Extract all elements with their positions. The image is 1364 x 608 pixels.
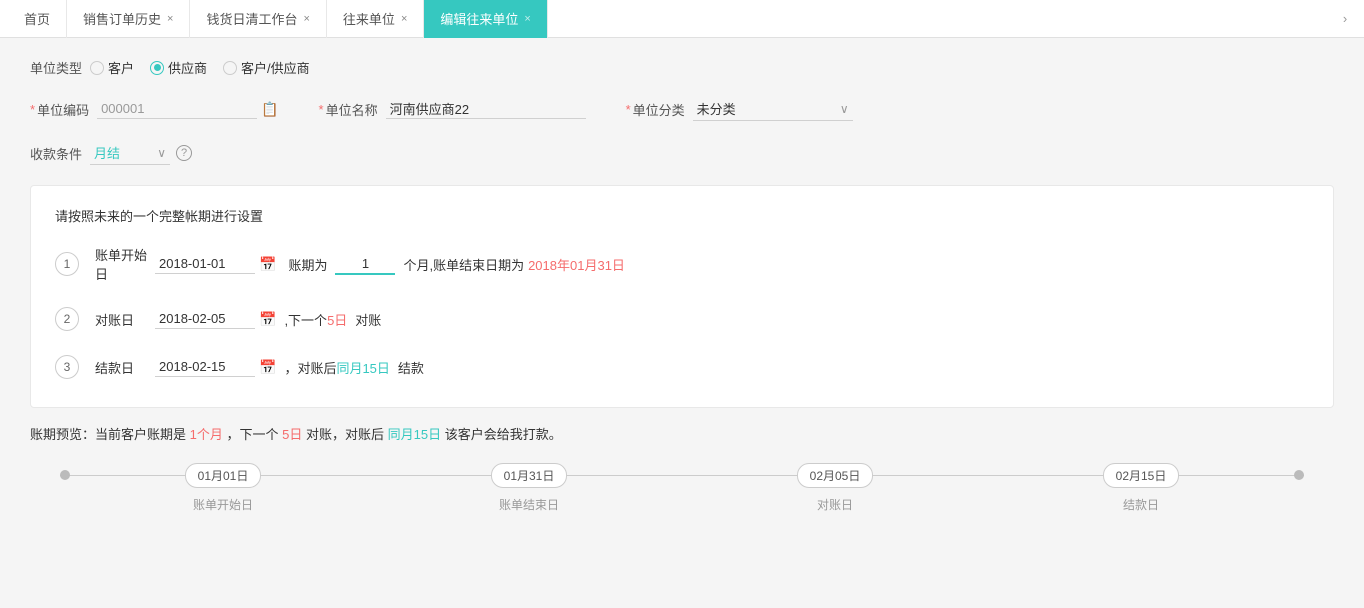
timeline-node-2: 01月31日 账单结束日 — [376, 463, 682, 513]
payment-terms-label: 收款条件 — [30, 144, 82, 163]
preview-part5: 同月15日 — [388, 427, 441, 442]
timeline-label-2: 账单结束日 — [499, 496, 559, 513]
start-date-input[interactable] — [155, 254, 255, 274]
tab-edit-partner[interactable]: 编辑往来单位 × — [424, 0, 547, 38]
unit-name-label: 单位名称 — [326, 100, 378, 119]
tabs-bar: 首页 销售订单历史 × 钱货日清工作台 × 往来单位 × 编辑往来单位 × › — [0, 0, 1364, 38]
tab-partner-units[interactable]: 往来单位 × — [327, 0, 424, 38]
timeline-label-4: 结款日 — [1123, 496, 1159, 513]
timeline: 01月01日 账单开始日 01月31日 账单结束日 02月05日 对账日 — [30, 463, 1334, 513]
tab-sales-order-history[interactable]: 销售订单历史 × — [67, 0, 190, 38]
payment-terms-row: 收款条件 月结 ∨ ? — [30, 141, 1334, 165]
unit-category-dropdown[interactable]: 未分类 ∨ — [693, 97, 853, 121]
unit-name-input[interactable] — [386, 99, 586, 119]
unit-type-radio-group: 客户 供应商 客户/供应商 — [90, 58, 310, 77]
preview-part3: 5日 — [282, 427, 302, 442]
timeline-badge-2: 01月31日 — [491, 463, 568, 488]
row-num-2: 2 — [55, 307, 79, 331]
unit-code-label: 单位编码 — [37, 100, 89, 119]
payment-date-input[interactable] — [155, 357, 255, 377]
radio-circle-supplier — [150, 61, 164, 75]
payment-terms-dropdown-arrow[interactable]: ∨ — [153, 146, 170, 160]
payment-date-calendar-icon[interactable]: 📅 — [259, 359, 276, 376]
row1-end-date: 2018年01月31日 — [528, 255, 625, 274]
row3-desc-2: 结款 — [398, 358, 424, 377]
settlement-card: 请按照未来的一个完整帐期进行设置 1 账单开始日 📅 账期为 个月,账单结束日期… — [30, 185, 1334, 408]
radio-customer[interactable]: 客户 — [90, 58, 134, 77]
timeline-label-1: 账单开始日 — [193, 496, 253, 513]
close-tab-partner[interactable]: × — [401, 13, 407, 25]
copy-icon[interactable]: 📋 — [261, 101, 278, 118]
tab-cash-work-desk[interactable]: 钱货日清工作台 × — [190, 0, 326, 38]
page-content: 单位类型 客户 供应商 客户/供应商 * 单位编码 📋 * — [0, 38, 1364, 608]
timeline-badge-4: 02月15日 — [1103, 463, 1180, 488]
unit-code-input[interactable] — [97, 99, 257, 119]
row2-highlight: 5日 — [327, 310, 347, 329]
unit-category-dropdown-arrow[interactable]: ∨ — [836, 102, 853, 116]
timeline-start-dot — [60, 470, 70, 480]
timeline-node-4: 02月15日 结款日 — [988, 463, 1294, 513]
preview-part1: 1个月 — [190, 427, 223, 442]
reconcile-date-calendar-icon[interactable]: 📅 — [259, 311, 276, 328]
payment-terms-help-icon[interactable]: ? — [176, 145, 192, 161]
timeline-label-3: 对账日 — [817, 496, 853, 513]
settlement-row-1: 1 账单开始日 📅 账期为 个月,账单结束日期为 2018年01月31日 — [55, 245, 1309, 283]
close-tab-cash[interactable]: × — [303, 13, 309, 25]
row2-desc-2: 对账 — [355, 310, 381, 329]
row-num-1: 1 — [55, 252, 79, 276]
tabs-expand-button[interactable]: › — [1334, 0, 1356, 38]
reconcile-date-input[interactable] — [155, 309, 255, 329]
unit-type-label: 单位类型 — [30, 58, 82, 77]
unit-code-required: * — [30, 102, 35, 117]
period-input[interactable] — [335, 254, 395, 275]
row-label-1: 账单开始日 — [95, 245, 155, 283]
timeline-node-3: 02月05日 对账日 — [682, 463, 988, 513]
row3-highlight: 同月15日 — [336, 358, 389, 377]
preview-text: 账期预览：当前客户账期是 1个月 ，下一个 5日 对账，对账后 同月15日 该客… — [30, 424, 1334, 443]
radio-circle-customer — [90, 61, 104, 75]
row2-desc-1: ,下一个 — [284, 310, 327, 329]
timeline-end-dot — [1294, 470, 1304, 480]
row1-desc-suffix: 个月,账单结束日期为 — [403, 255, 524, 274]
unit-category-label: 单位分类 — [633, 100, 685, 119]
row-num-3: 3 — [55, 355, 79, 379]
unit-category-required: * — [626, 102, 631, 117]
unit-info-row: * 单位编码 📋 * 单位名称 * 单位分类 未分类 ∨ — [30, 97, 1334, 121]
row-label-3: 结款日 — [95, 358, 155, 377]
radio-both[interactable]: 客户/供应商 — [223, 58, 310, 77]
unit-code-field: * 单位编码 📋 — [30, 99, 279, 119]
row3-desc-1: ，对账后 — [284, 358, 336, 377]
settlement-title: 请按照未来的一个完整帐期进行设置 — [55, 206, 1309, 225]
settlement-row-3: 3 结款日 📅 ，对账后 同月15日 结款 — [55, 355, 1309, 379]
close-tab-sales[interactable]: × — [167, 13, 173, 25]
unit-type-row: 单位类型 客户 供应商 客户/供应商 — [30, 58, 1334, 77]
unit-category-field: * 单位分类 未分类 ∨ — [626, 97, 853, 121]
settlement-row-2: 2 对账日 📅 ,下一个 5日 对账 — [55, 307, 1309, 331]
row-label-2: 对账日 — [95, 310, 155, 329]
close-tab-edit-partner[interactable]: × — [524, 13, 530, 25]
radio-circle-both — [223, 61, 237, 75]
payment-terms-dropdown[interactable]: 月结 ∨ — [90, 141, 170, 165]
timeline-badge-3: 02月05日 — [797, 463, 874, 488]
timeline-badge-1: 01月01日 — [185, 463, 262, 488]
radio-supplier[interactable]: 供应商 — [150, 58, 207, 77]
unit-name-field: * 单位名称 — [319, 99, 586, 119]
unit-name-required: * — [319, 102, 324, 117]
start-date-calendar-icon[interactable]: 📅 — [259, 256, 276, 273]
tab-home[interactable]: 首页 — [8, 0, 67, 38]
timeline-node-1: 01月01日 账单开始日 — [70, 463, 376, 513]
row1-desc-prefix: 账期为 — [288, 255, 327, 274]
